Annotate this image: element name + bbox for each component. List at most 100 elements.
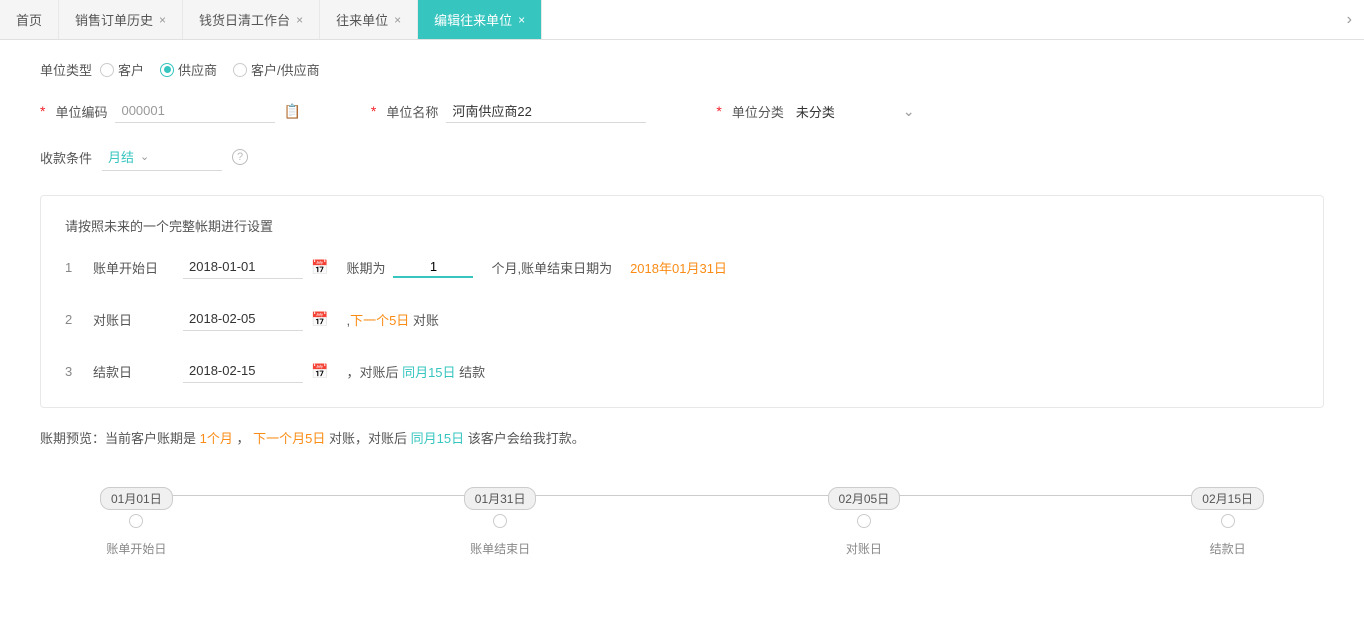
row-label-1: 账单开始日	[93, 258, 183, 277]
row-num-1: 1	[65, 260, 93, 275]
reconcile-row: 2 对账日 📅 ,下一个5日 对账	[65, 307, 1299, 331]
help-icon[interactable]: ?	[232, 149, 248, 165]
unit-category-value: 未分类	[796, 102, 835, 121]
settlement-row: 3 结款日 📅 ，对账后 同月15日 结款	[65, 359, 1299, 383]
tab-sales-history-close[interactable]: ×	[159, 13, 166, 27]
name-required-star: *	[371, 103, 376, 119]
bill-start-date-input[interactable]	[183, 255, 303, 279]
calendar-icon-1[interactable]: 📅	[311, 259, 328, 276]
tab-partner-close[interactable]: ×	[394, 13, 401, 27]
radio-both[interactable]: 客户/供应商	[233, 60, 320, 79]
radio-group: 客户 供应商 客户/供应商	[100, 60, 320, 79]
node-circle-2	[857, 514, 871, 528]
row-value-1: 📅 账期为 个月,账单结束日期为 2018年01月31日	[183, 255, 727, 279]
code-required-star: *	[40, 103, 45, 119]
node-date-0: 01月01日	[100, 487, 173, 510]
settlement-date-input[interactable]	[183, 359, 303, 383]
tab-home[interactable]: 首页	[0, 0, 59, 39]
unit-name-group: * 单位名称	[371, 99, 646, 123]
preview-mid1: ，	[237, 431, 250, 446]
unit-category-group: * 单位分类 未分类 ⌄	[716, 102, 914, 121]
unit-type-label: 单位类型	[40, 60, 92, 79]
node-top-1: 01月31日	[464, 487, 537, 528]
node-date-3: 02月15日	[1191, 487, 1264, 510]
reconcile-date-input[interactable]	[183, 307, 303, 331]
payment-condition-value: 月结	[108, 147, 134, 166]
tab-edit-partner-close[interactable]: ×	[518, 13, 525, 27]
row-label-2: 对账日	[93, 310, 183, 329]
row-value-3: 📅 ，对账后 同月15日 结款	[183, 359, 485, 383]
radio-supplier-circle	[160, 63, 174, 77]
bill-start-row: 1 账单开始日 📅 账期为 个月,账单结束日期为 2018年01月31日	[65, 255, 1299, 279]
preview-prefix: 账期预览：当前客户账期是	[40, 431, 196, 446]
tab-cash-reconcile[interactable]: 钱货日清工作台 ×	[183, 0, 320, 39]
tab-edit-partner[interactable]: 编辑往来单位 ×	[418, 0, 542, 39]
payment-condition-row: 收款条件 月结 ⌄ ?	[40, 143, 1324, 171]
unit-code-label: 单位编码	[55, 102, 107, 121]
unit-name-label: 单位名称	[386, 102, 438, 121]
unit-type-group: 单位类型 客户 供应商 客户/供应商	[40, 60, 320, 79]
timeline-node-0: 01月01日 账单开始日	[100, 487, 173, 557]
tab-sales-history-label: 销售订单历史	[75, 10, 153, 29]
preview-mid2: 对账，对账后	[329, 431, 411, 446]
unit-code-input[interactable]	[115, 99, 275, 123]
category-dropdown-icon[interactable]: ⌄	[903, 103, 915, 120]
months-input[interactable]	[393, 257, 473, 278]
node-label-0: 账单开始日	[106, 540, 166, 557]
preview-suffix: 该客户会给我打款。	[468, 431, 585, 446]
node-top-3: 02月15日	[1191, 487, 1264, 528]
unit-category-label: 单位分类	[732, 102, 784, 121]
tab-sales-history[interactable]: 销售订单历史 ×	[59, 0, 183, 39]
tab-partner-label: 往来单位	[336, 10, 388, 29]
node-top-0: 01月01日	[100, 487, 173, 528]
node-label-2: 对账日	[846, 540, 882, 557]
preview-section: 账期预览：当前客户账期是 1个月 ， 下一个月5日 对账，对账后 同月15日 该…	[40, 428, 1324, 447]
node-circle-1	[493, 514, 507, 528]
calendar-icon-3[interactable]: 📅	[311, 363, 328, 380]
unit-type-row: 单位类型 客户 供应商 客户/供应商	[40, 60, 1324, 79]
timeline-node-3: 02月15日 结款日	[1191, 487, 1264, 557]
node-label-1: 账单结束日	[470, 540, 530, 557]
tab-cash-reconcile-label: 钱货日清工作台	[199, 10, 290, 29]
row-label-3: 结款日	[93, 362, 183, 381]
radio-both-label: 客户/供应商	[251, 60, 320, 79]
tab-partner[interactable]: 往来单位 ×	[320, 0, 418, 39]
row-num-2: 2	[65, 312, 93, 327]
bill-start-suffix-after: 个月,账单结束日期为	[491, 258, 612, 277]
main-content: 单位类型 客户 供应商 客户/供应商 * 单位编码	[0, 40, 1364, 617]
radio-customer[interactable]: 客户	[100, 60, 144, 79]
timeline-node-2: 02月05日 对账日	[828, 487, 901, 557]
radio-supplier[interactable]: 供应商	[160, 60, 217, 79]
radio-both-circle	[233, 63, 247, 77]
timeline-node-1: 01月31日 账单结束日	[464, 487, 537, 557]
tab-bar: 首页 销售订单历史 × 钱货日清工作台 × 往来单位 × 编辑往来单位 × ›	[0, 0, 1364, 40]
preview-part1: 1个月	[200, 431, 233, 446]
preview-part3: 同月15日	[411, 431, 464, 446]
preview-part2: 下一个月5日	[253, 431, 325, 446]
node-circle-3	[1221, 514, 1235, 528]
category-required-star: *	[716, 103, 721, 119]
row-num-3: 3	[65, 364, 93, 379]
tab-cash-reconcile-close[interactable]: ×	[296, 13, 303, 27]
period-settings-card: 请按照未来的一个完整帐期进行设置 1 账单开始日 📅 账期为 个月,账单结束日期…	[40, 195, 1324, 408]
radio-customer-circle	[100, 63, 114, 77]
tab-arrow[interactable]: ›	[1335, 0, 1364, 39]
node-top-2: 02月05日	[828, 487, 901, 528]
unit-name-input[interactable]	[446, 99, 646, 123]
radio-supplier-label: 供应商	[178, 60, 217, 79]
node-label-3: 结款日	[1210, 540, 1246, 557]
node-date-2: 02月05日	[828, 487, 901, 510]
radio-customer-label: 客户	[118, 60, 144, 79]
payment-condition-select[interactable]: 月结 ⌄	[102, 143, 222, 171]
tab-home-label: 首页	[16, 10, 42, 29]
settlement-desc: ，对账后 同月15日 结款	[346, 362, 485, 381]
unit-code-group: * 单位编码 📋	[40, 99, 301, 123]
reconcile-desc: ,下一个5日 对账	[346, 310, 438, 329]
timeline-nodes: 01月01日 账单开始日 01月31日 账单结束日 02月05日 对账日	[40, 487, 1324, 557]
card-title: 请按照未来的一个完整帐期进行设置	[65, 216, 1299, 235]
timeline: 01月01日 账单开始日 01月31日 账单结束日 02月05日 对账日	[40, 477, 1324, 597]
bill-end-date-highlight: 2018年01月31日	[630, 258, 727, 277]
copy-icon[interactable]: 📋	[283, 103, 300, 120]
node-circle-0	[129, 514, 143, 528]
calendar-icon-2[interactable]: 📅	[311, 311, 328, 328]
